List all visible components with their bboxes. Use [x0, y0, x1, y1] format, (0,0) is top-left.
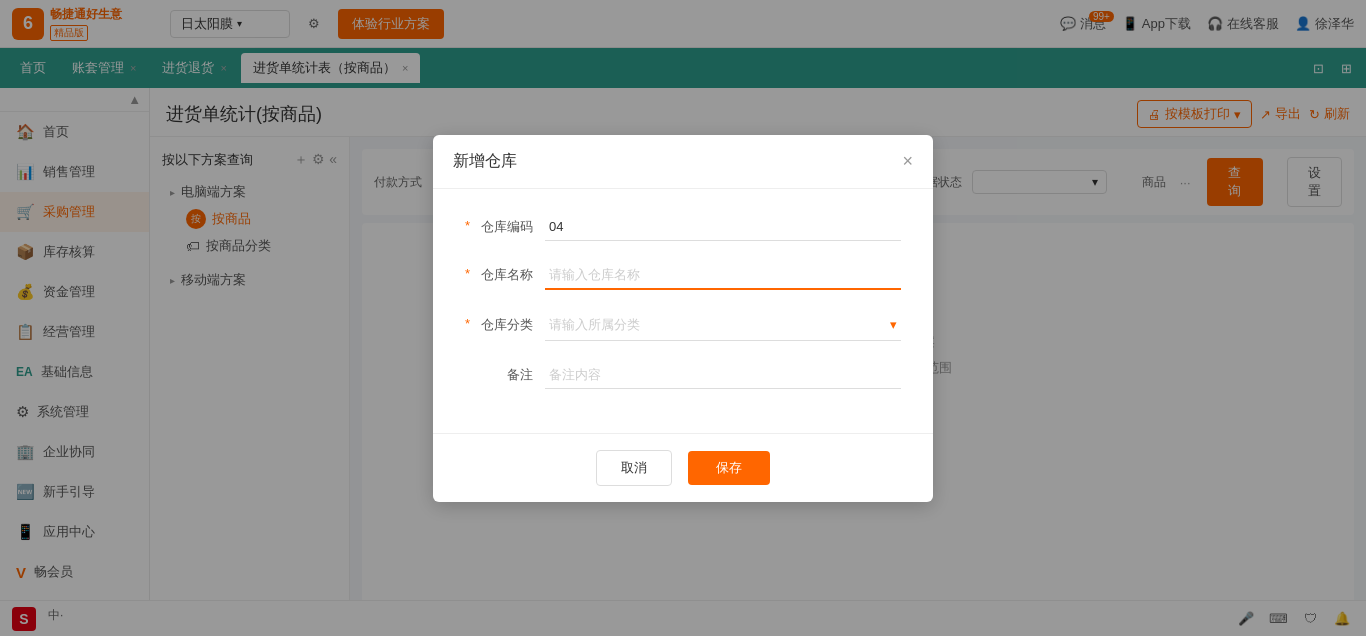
form-row-category: 仓库分类 请输入所属分类 ▾ [465, 310, 901, 341]
cancel-button[interactable]: 取消 [596, 450, 672, 486]
save-button[interactable]: 保存 [688, 451, 770, 485]
modal-body: 仓库编码 仓库名称 仓库分类 请输入所属分类 ▾ 备注 [433, 189, 933, 433]
form-row-note: 备注 [465, 361, 901, 389]
code-label: 仓库编码 [465, 218, 545, 236]
category-placeholder: 请输入所属分类 [549, 316, 640, 334]
modal-header: 新增仓库 × [433, 135, 933, 189]
category-select[interactable]: 请输入所属分类 ▾ [545, 310, 901, 341]
form-row-name: 仓库名称 [465, 261, 901, 290]
category-dropdown-icon: ▾ [890, 317, 897, 332]
modal-overlay[interactable]: 新增仓库 × 仓库编码 仓库名称 仓库分类 请输入所属分类 ▾ [0, 0, 1366, 636]
name-label: 仓库名称 [465, 266, 545, 284]
add-warehouse-modal: 新增仓库 × 仓库编码 仓库名称 仓库分类 请输入所属分类 ▾ [433, 135, 933, 502]
form-row-code: 仓库编码 [465, 213, 901, 241]
modal-footer: 取消 保存 [433, 433, 933, 502]
modal-title: 新增仓库 [453, 151, 517, 172]
note-input[interactable] [545, 361, 901, 389]
category-label: 仓库分类 [465, 316, 545, 334]
name-input[interactable] [545, 261, 901, 290]
modal-close-icon[interactable]: × [902, 151, 913, 172]
note-label: 备注 [465, 366, 545, 384]
code-input[interactable] [545, 213, 901, 241]
